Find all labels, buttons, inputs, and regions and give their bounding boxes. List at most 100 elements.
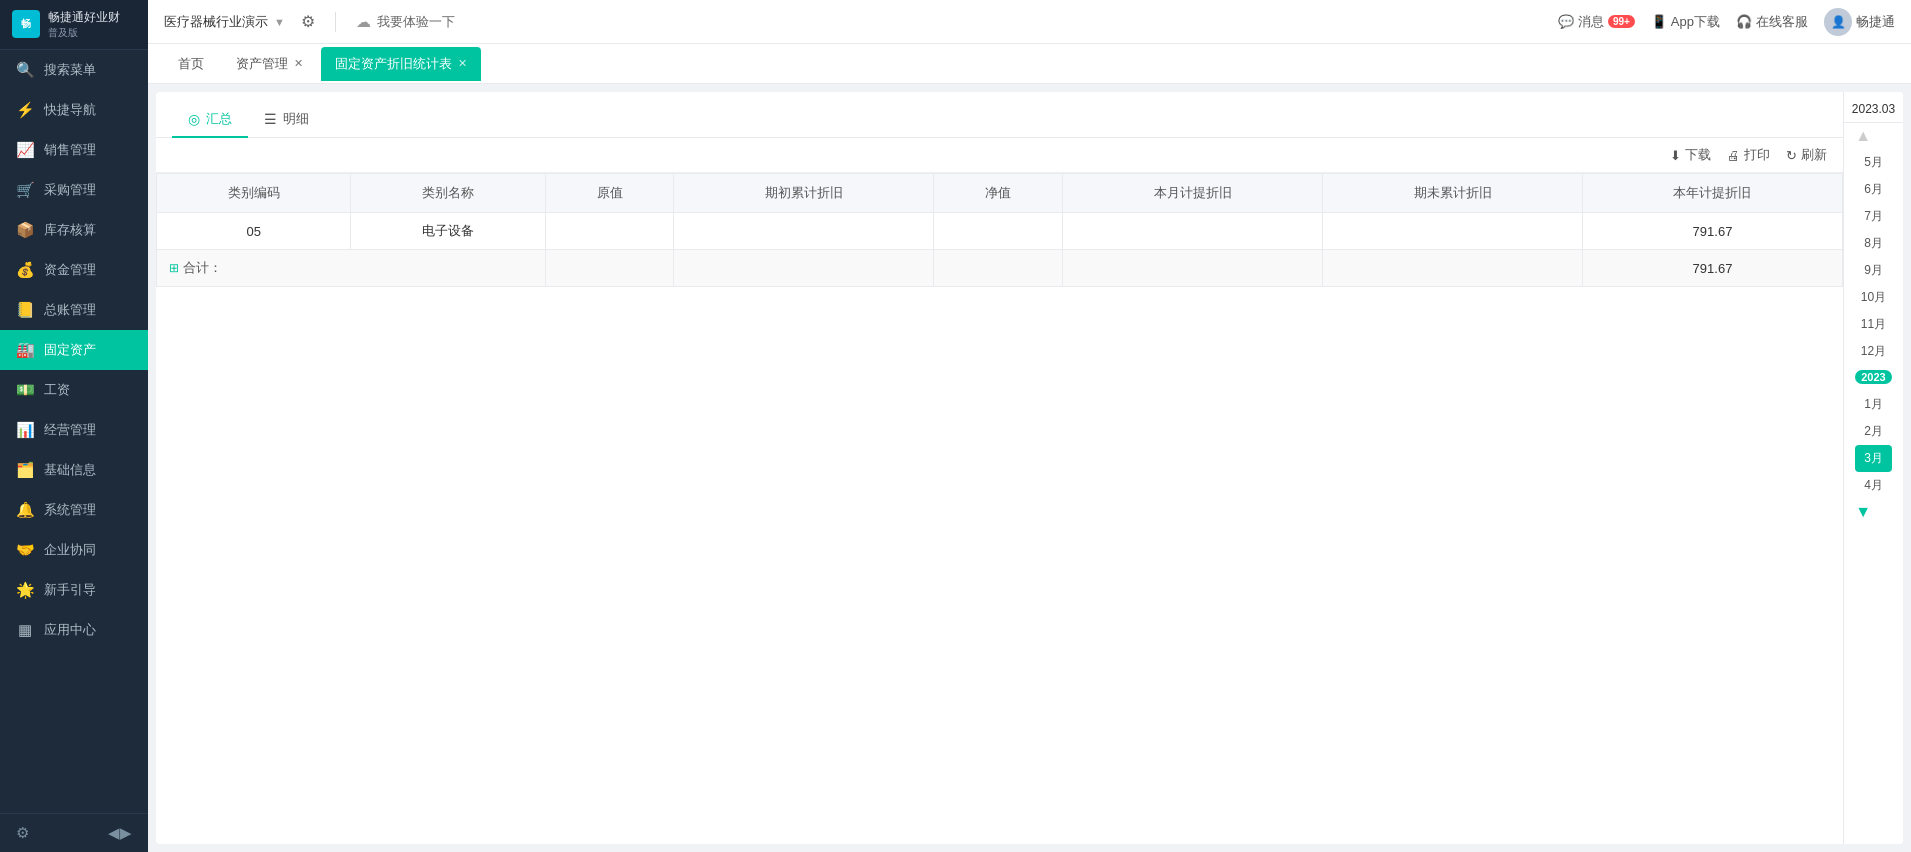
tab-label-home: 首页	[178, 55, 204, 73]
sidebar-item-quick-nav[interactable]: ⚡快捷导航	[0, 90, 148, 130]
summary-label-cell: ⊞ 合计：	[157, 250, 546, 287]
panel-month-item[interactable]: 8月	[1851, 230, 1895, 257]
sidebar-label-cooperation: 企业协同	[44, 541, 96, 559]
panel-month-item[interactable]: 6月	[1851, 176, 1895, 203]
panel-month-item[interactable]: 10月	[1851, 284, 1895, 311]
col-header: 本年计提折旧	[1582, 174, 1842, 213]
sidebar-item-finance[interactable]: 💰资金管理	[0, 250, 148, 290]
sidebar-item-operations[interactable]: 📊经营管理	[0, 410, 148, 450]
sidebar-item-purchase[interactable]: 🛒采购管理	[0, 170, 148, 210]
refresh-button[interactable]: ↻ 刷新	[1786, 146, 1827, 164]
settings-icon[interactable]: ⚙	[16, 824, 29, 842]
sub-tab-detail[interactable]: ☰明细	[248, 102, 325, 138]
table-cell	[934, 213, 1063, 250]
sidebar-label-ledger: 总账管理	[44, 301, 96, 319]
sub-tab-label-detail: 明细	[283, 110, 309, 128]
panel-month-item[interactable]: 5月	[1851, 149, 1895, 176]
messages-button[interactable]: 💬 消息 99+	[1558, 13, 1635, 31]
app-logo: 畅	[12, 10, 40, 38]
sum-icon: ⊞	[169, 261, 179, 275]
ledger-icon: 📒	[16, 301, 34, 319]
inventory-icon: 📦	[16, 221, 34, 239]
sidebar-nav: 🔍搜索菜单⚡快捷导航📈销售管理🛒采购管理 📦 库存核算 💰资金管理 📒 总账管理 🏭固定资产…	[0, 50, 148, 813]
panel-month-item[interactable]: 2月	[1851, 418, 1895, 445]
download-icon: 📱	[1651, 14, 1667, 29]
messages-label: 消息	[1578, 13, 1604, 31]
data-table: 类别编码类别名称原值期初累计折旧净值本月计提折旧期未累计折旧本年计提折旧 05电…	[156, 173, 1843, 844]
sidebar-label-app-center: 应用中心	[44, 621, 96, 639]
system-icon: 🔔	[16, 501, 34, 519]
topbar-settings-icon[interactable]: ⚙	[301, 12, 315, 31]
col-header: 类别编码	[157, 174, 351, 213]
sidebar-item-basic-info[interactable]: 🗂️基础信息	[0, 450, 148, 490]
panel-month-item[interactable]: 11月	[1851, 311, 1895, 338]
summary-label: 合计：	[183, 259, 222, 277]
message-icon: 💬	[1558, 14, 1574, 29]
user-label: 畅捷通	[1856, 13, 1895, 31]
panel-year-item[interactable]: 2023	[1851, 365, 1895, 391]
cloud-icon: ☁	[356, 13, 371, 31]
panel-month-item[interactable]: 9月	[1851, 257, 1895, 284]
company-selector[interactable]: 医疗器械行业演示 ▼	[164, 13, 285, 31]
sidebar-item-guide[interactable]: 🌟新手引导	[0, 570, 148, 610]
sidebar-label-operations: 经营管理	[44, 421, 96, 439]
main-content: 医疗器械行业演示 ▼ ⚙ ☁ 我要体验一下 💬 消息 99+ 📱 App下载 🎧…	[148, 0, 1911, 852]
tab-depreciation[interactable]: 固定资产折旧统计表 ✕	[321, 47, 481, 81]
sidebar-item-search[interactable]: 🔍搜索菜单	[0, 50, 148, 90]
sidebar-label-payroll: 工资	[44, 381, 70, 399]
experience-label: 我要体验一下	[377, 13, 455, 31]
panel-month-item[interactable]: 7月	[1851, 203, 1895, 230]
app-edition: 普及版	[48, 26, 120, 39]
sub-tab-summary[interactable]: ◎汇总	[172, 102, 248, 138]
table-cell	[1063, 213, 1323, 250]
company-chevron-icon: ▼	[274, 16, 285, 28]
print-button[interactable]: 🖨 打印	[1727, 146, 1770, 164]
col-header: 原值	[545, 174, 674, 213]
tab-close-asset-mgmt[interactable]: ✕	[294, 57, 303, 70]
table-cell: 05	[157, 213, 351, 250]
tab-close-depreciation[interactable]: ✕	[458, 57, 467, 70]
summary-cell	[545, 250, 674, 287]
sidebar-item-ledger[interactable]: 📒 总账管理	[0, 290, 148, 330]
table-container: ◎汇总☰明细 ⬇ 下载 🖨 打印 ↻ 刷新 类别编码类别名	[156, 92, 1843, 844]
panel-header: 2023.03	[1844, 96, 1903, 123]
quick-nav-icon: ⚡	[16, 101, 34, 119]
cooperation-icon: 🤝	[16, 541, 34, 559]
panel-month-item[interactable]: 1月	[1851, 391, 1895, 418]
collapse-icon[interactable]: ◀▶	[108, 824, 132, 842]
col-header: 期未累计折旧	[1323, 174, 1583, 213]
table-cell	[545, 213, 674, 250]
sidebar-item-fixed-assets[interactable]: 🏭固定资产	[0, 330, 148, 370]
app-title-block: 畅捷通好业财 普及版	[48, 10, 120, 39]
col-header: 净值	[934, 174, 1063, 213]
messages-badge: 99+	[1608, 15, 1635, 28]
tab-home[interactable]: 首页	[164, 47, 218, 81]
sidebar-label-sales: 销售管理	[44, 141, 96, 159]
customer-service-button[interactable]: 🎧 在线客服	[1736, 13, 1808, 31]
tab-label-depreciation: 固定资产折旧统计表	[335, 55, 452, 73]
app-center-icon: ▦	[16, 621, 34, 639]
panel-month-item[interactable]: 12月	[1851, 338, 1895, 365]
app-download-button[interactable]: 📱 App下载	[1651, 13, 1720, 31]
panel-month-item[interactable]: 4月	[1851, 472, 1895, 499]
sidebar-item-sales[interactable]: 📈销售管理	[0, 130, 148, 170]
download-button[interactable]: ⬇ 下载	[1670, 146, 1711, 164]
experience-button[interactable]: ☁ 我要体验一下	[356, 13, 455, 31]
panel-next-icon[interactable]: ▼	[1851, 499, 1895, 525]
user-profile[interactable]: 👤 畅捷通	[1824, 8, 1895, 36]
download-icon: ⬇	[1670, 148, 1681, 163]
panel-month-item[interactable]: 3月	[1855, 445, 1891, 472]
panel-prev-icon[interactable]: ▲	[1851, 123, 1895, 149]
tab-asset-mgmt[interactable]: 资产管理✕	[222, 47, 317, 81]
sidebar-label-inventory: 库存核算	[44, 221, 96, 239]
sidebar-item-inventory[interactable]: 📦 库存核算	[0, 210, 148, 250]
sidebar-item-app-center[interactable]: ▦ 应用中心	[0, 610, 148, 650]
col-header: 类别名称	[351, 174, 545, 213]
sidebar-item-cooperation[interactable]: 🤝 企业协同	[0, 530, 148, 570]
fixed-assets-icon: 🏭	[16, 341, 34, 359]
topbar: 医疗器械行业演示 ▼ ⚙ ☁ 我要体验一下 💬 消息 99+ 📱 App下载 🎧…	[148, 0, 1911, 44]
sub-tab-label-summary: 汇总	[206, 110, 232, 128]
sidebar-item-payroll[interactable]: 💵工资	[0, 370, 148, 410]
finance-icon: 💰	[16, 261, 34, 279]
sidebar-item-system[interactable]: 🔔系统管理	[0, 490, 148, 530]
